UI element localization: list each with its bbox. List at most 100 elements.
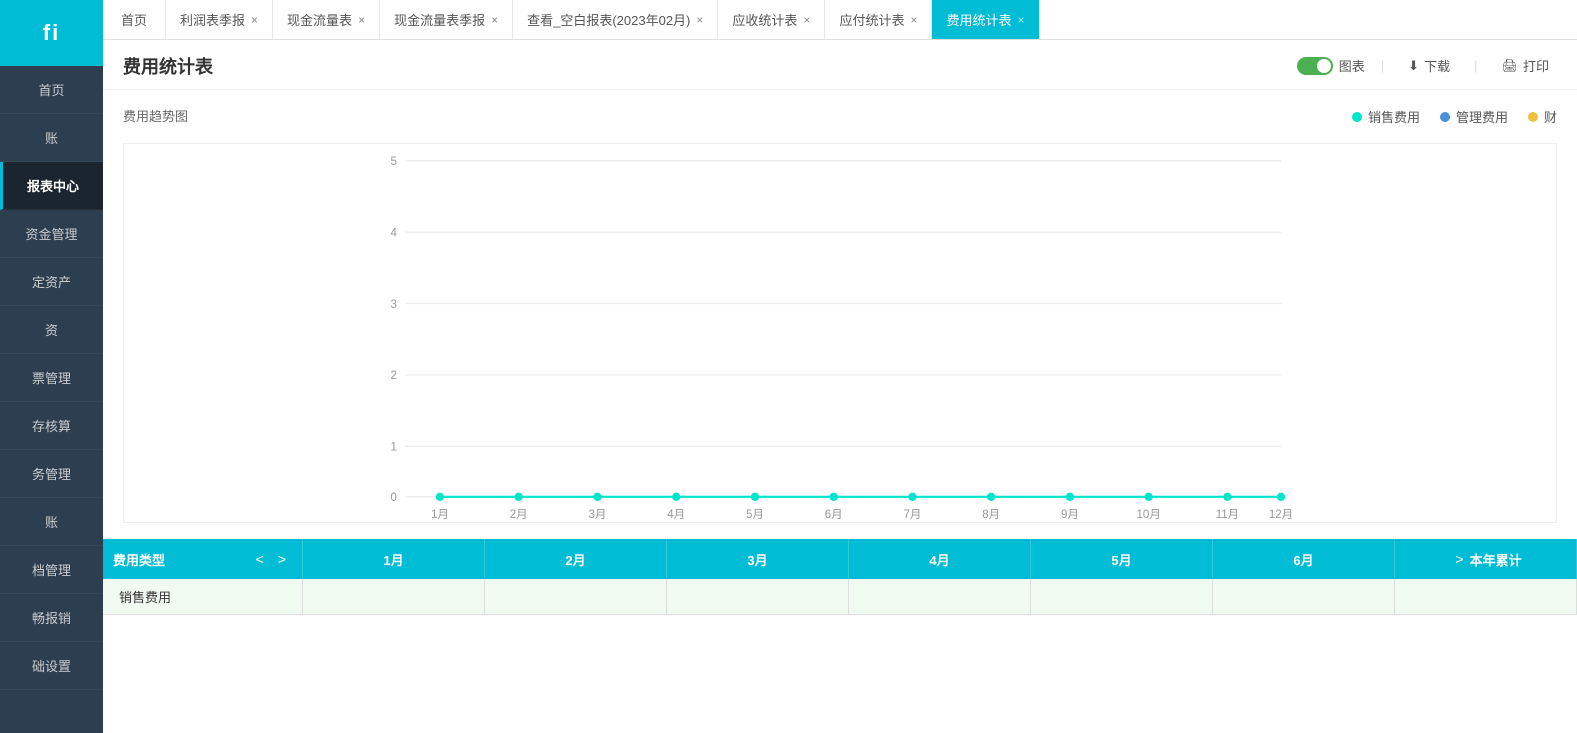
svg-text:1月: 1月: [431, 509, 449, 521]
sidebar-item-investment[interactable]: 资: [0, 306, 103, 354]
tab-receivable-close[interactable]: ×: [803, 13, 810, 27]
tab-cashflow-close[interactable]: ×: [358, 13, 365, 27]
content-area: 费用统计表 图表 | ⬇ 下载 | 🖨 打印: [103, 40, 1577, 733]
tab-payable-close[interactable]: ×: [910, 13, 917, 27]
tab-blank-report-label: 查看_空白报表(2023年02月): [527, 10, 690, 29]
print-button[interactable]: 🖨 打印: [1493, 52, 1557, 79]
download-label: 下载: [1424, 56, 1450, 75]
svg-text:7月: 7月: [903, 509, 921, 521]
tab-expense[interactable]: 费用统计表 ×: [932, 0, 1039, 39]
legend-sales-dot: [1352, 112, 1362, 122]
td-m1: [303, 579, 485, 614]
th-m1: 1月: [303, 539, 485, 579]
legend-admin-label: 管理费用: [1456, 107, 1508, 126]
tab-cashflow-q-label: 现金流量表季报: [394, 10, 485, 29]
td-m5: [1031, 579, 1213, 614]
th-type: 费用类型 < >: [103, 539, 303, 579]
table-row: 销售费用: [103, 579, 1577, 615]
chart-toggle[interactable]: 图表: [1297, 56, 1365, 75]
sidebar-item-inventory[interactable]: 存核算: [0, 402, 103, 450]
table-right-arrow[interactable]: >: [1449, 549, 1469, 569]
table-prev-arrow[interactable]: <: [250, 549, 270, 569]
svg-text:12月: 12月: [1269, 509, 1293, 521]
legend-sales-label: 销售费用: [1368, 107, 1420, 126]
sidebar-item-settings[interactable]: 础设置: [0, 642, 103, 690]
td-ytd: [1395, 579, 1577, 614]
tab-payable-label: 应付统计表: [839, 10, 904, 29]
sidebar-item-sales[interactable]: 畅报销: [0, 594, 103, 642]
sidebar-item-service[interactable]: 务管理: [0, 450, 103, 498]
th-type-label: 费用类型: [113, 550, 165, 569]
th-m6-label: 6月: [1293, 550, 1313, 569]
tab-cashflow[interactable]: 现金流量表 ×: [273, 0, 380, 39]
tab-expense-close[interactable]: ×: [1017, 13, 1024, 27]
table-header: 费用类型 < > 1月 2月 3月 4月 5月 6月 > 本年累计: [103, 539, 1577, 579]
sidebar-item-funds[interactable]: 资金管理: [0, 210, 103, 258]
svg-text:9月: 9月: [1061, 509, 1079, 521]
th-m2: 2月: [485, 539, 667, 579]
tab-blank-report[interactable]: 查看_空白报表(2023年02月) ×: [513, 0, 718, 39]
tab-payable[interactable]: 应付统计表 ×: [825, 0, 932, 39]
th-m4: 4月: [849, 539, 1031, 579]
tab-home[interactable]: 首页: [103, 0, 166, 39]
sidebar-item-accounts[interactable]: 账: [0, 114, 103, 162]
sidebar-item-files[interactable]: 档管理: [0, 546, 103, 594]
svg-text:4: 4: [390, 227, 397, 239]
legend-sales: 销售费用: [1352, 107, 1420, 126]
svg-text:6月: 6月: [825, 509, 843, 521]
sidebar-item-invoice[interactable]: 票管理: [0, 354, 103, 402]
separator-2: |: [1474, 58, 1477, 73]
sidebar-item-reports[interactable]: 报表中心: [0, 162, 103, 210]
tab-bar: 首页 利润表季报 × 现金流量表 × 现金流量表季报 × 查看_空白报表(202…: [103, 0, 1577, 40]
tab-cashflow-q[interactable]: 现金流量表季报 ×: [380, 0, 513, 39]
td-m2: [485, 579, 667, 614]
print-icon: 🖨: [1501, 58, 1518, 74]
svg-text:0: 0: [390, 492, 396, 504]
tab-receivable[interactable]: 应收统计表 ×: [718, 0, 825, 39]
td-m3: [667, 579, 849, 614]
td-m4: [849, 579, 1031, 614]
header-actions: 图表 | ⬇ 下载 | 🖨 打印: [1297, 52, 1557, 79]
th-ytd-label: 本年累计: [1470, 550, 1522, 569]
svg-text:10月: 10月: [1137, 509, 1161, 521]
toggle-track[interactable]: [1297, 57, 1333, 75]
chart-area: 5 4 3 2 1 0: [123, 143, 1557, 523]
legend-admin-dot: [1440, 112, 1450, 122]
sidebar-logo: fi: [0, 0, 103, 66]
download-button[interactable]: ⬇ 下载: [1400, 52, 1458, 79]
th-m5: 5月: [1031, 539, 1213, 579]
tab-blank-report-close[interactable]: ×: [696, 13, 703, 27]
chart-container: 费用趋势图 销售费用 管理费用 财: [103, 90, 1577, 539]
main-area: 首页 利润表季报 × 现金流量表 × 现金流量表季报 × 查看_空白报表(202…: [103, 0, 1577, 733]
tab-receivable-label: 应收统计表: [732, 10, 797, 29]
tab-profit-label: 利润表季报: [180, 10, 245, 29]
table-body: 销售费用: [103, 579, 1577, 615]
legend-finance-dot: [1528, 112, 1538, 122]
legend-finance: 财: [1528, 107, 1557, 126]
chart-title: 费用趋势图: [123, 106, 188, 125]
toggle-thumb: [1317, 59, 1331, 73]
th-m6: 6月: [1213, 539, 1395, 579]
chart-svg: 5 4 3 2 1 0: [124, 144, 1556, 522]
svg-text:8月: 8月: [982, 509, 1000, 521]
svg-text:3: 3: [390, 299, 396, 311]
legend-admin: 管理费用: [1440, 107, 1508, 126]
sidebar-item-home[interactable]: 首页: [0, 66, 103, 114]
download-icon: ⬇: [1408, 58, 1419, 74]
table-next-arrow[interactable]: >: [272, 549, 292, 569]
svg-text:11月: 11月: [1216, 509, 1240, 521]
sidebar-item-assets[interactable]: 定资产: [0, 258, 103, 306]
svg-text:2月: 2月: [510, 509, 528, 521]
tab-profit[interactable]: 利润表季报 ×: [166, 0, 273, 39]
tab-cashflow-q-close[interactable]: ×: [491, 13, 498, 27]
tab-expense-label: 费用统计表: [946, 10, 1011, 29]
page-header: 费用统计表 图表 | ⬇ 下载 | 🖨 打印: [103, 40, 1577, 90]
table-section: 费用类型 < > 1月 2月 3月 4月 5月 6月 > 本年累计: [103, 539, 1577, 615]
svg-text:5月: 5月: [746, 509, 764, 521]
th-m3: 3月: [667, 539, 849, 579]
tab-profit-close[interactable]: ×: [251, 13, 258, 27]
svg-text:5: 5: [390, 156, 396, 168]
td-m6: [1213, 579, 1395, 614]
sidebar-item-ledger[interactable]: 账: [0, 498, 103, 546]
chart-legend: 销售费用 管理费用 财: [1352, 107, 1557, 126]
